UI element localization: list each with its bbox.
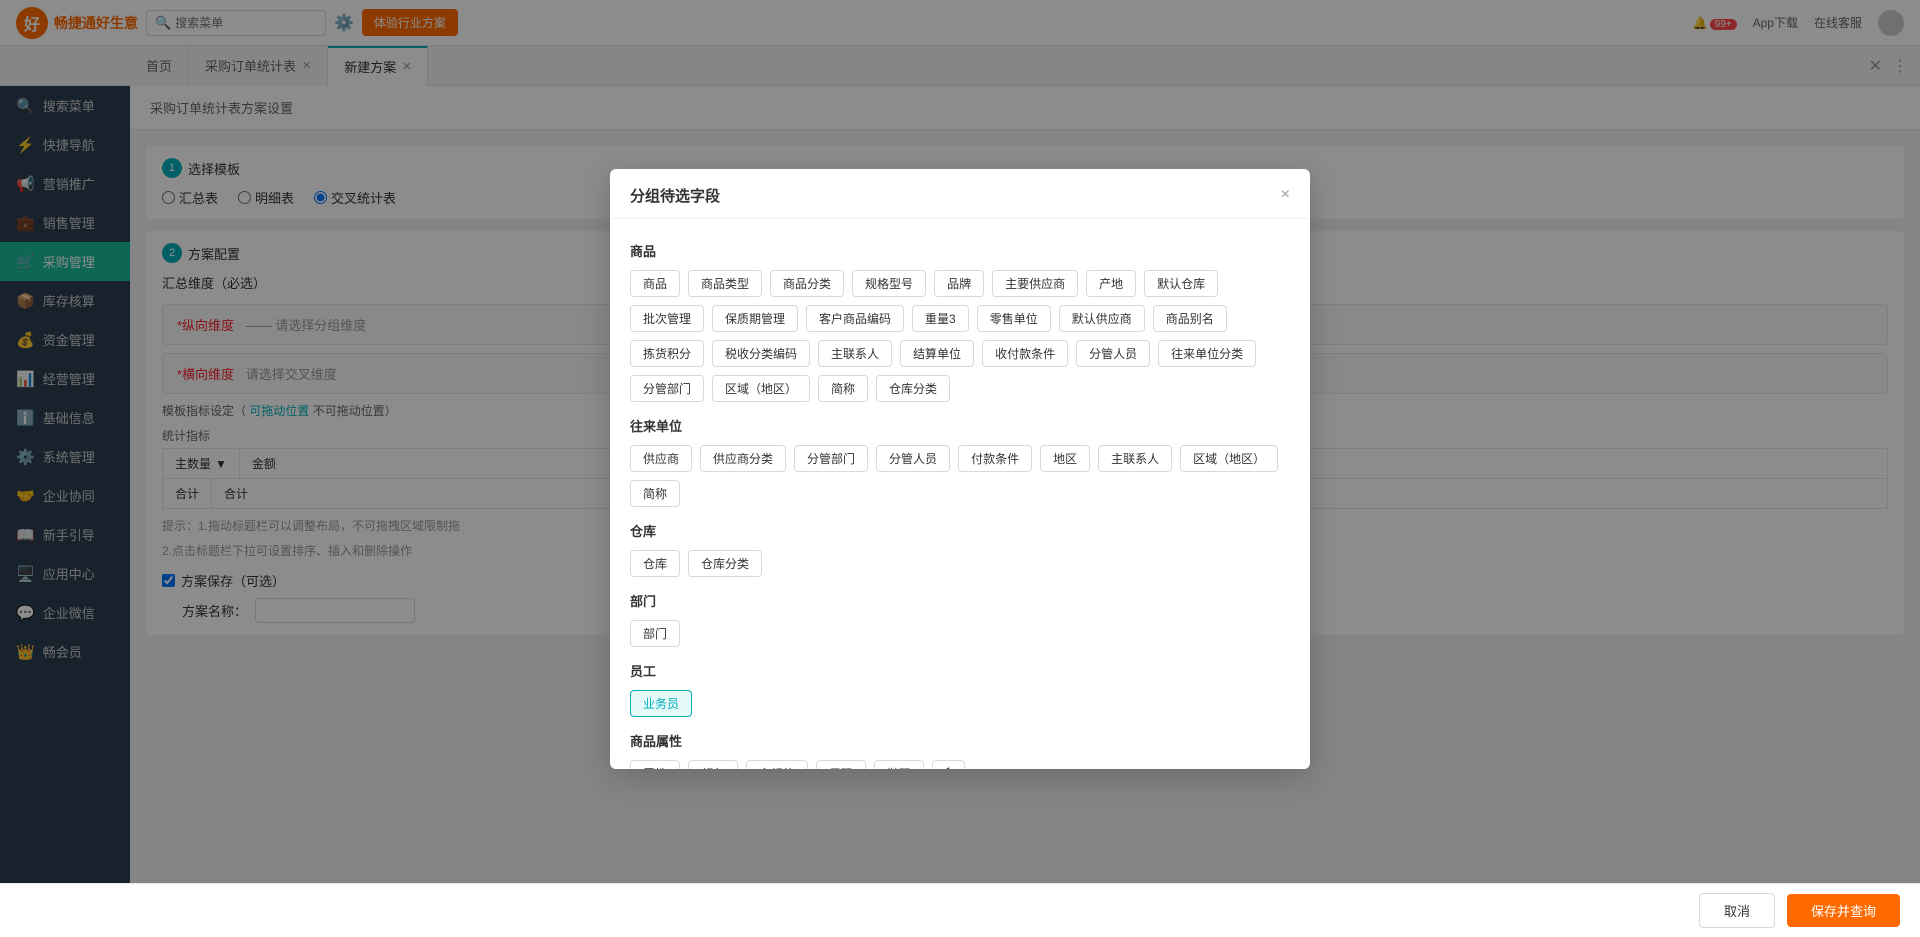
- field-tag[interactable]: 默认供应商: [1059, 305, 1145, 332]
- field-tag[interactable]: 产地: [1086, 270, 1136, 297]
- field-tag[interactable]: 拣货积分: [630, 340, 704, 367]
- field-tag[interactable]: 商品: [630, 270, 680, 297]
- modal-overlay: 分组待选字段 × 商品 商品 商品类型 商品分类 规格型号 品牌 主要供应商 产…: [0, 0, 1920, 937]
- field-tag[interactable]: 规格型号: [852, 270, 926, 297]
- field-tag[interactable]: 多规格: [746, 760, 808, 769]
- field-tags-warehouse: 仓库 仓库分类: [630, 550, 1290, 577]
- field-tag[interactable]: 区域（地区）: [1180, 445, 1278, 472]
- field-tag[interactable]: 仓库分类: [876, 375, 950, 402]
- field-tag[interactable]: 仓库: [630, 550, 680, 577]
- field-tags-partner: 供应商 供应商分类 分管部门 分管人员 付款条件 地区 主联系人 区域（地区） …: [630, 445, 1290, 507]
- field-tag[interactable]: 分管人员: [1076, 340, 1150, 367]
- field-tag[interactable]: 区域（地区）: [712, 375, 810, 402]
- field-tag[interactable]: 主联系人: [1098, 445, 1172, 472]
- field-tag[interactable]: 主要供应商: [992, 270, 1078, 297]
- field-tag[interactable]: 仓库分类: [688, 550, 762, 577]
- field-tags-product: 商品 商品类型 商品分类 规格型号 品牌 主要供应商 产地 默认仓库 批次管理 …: [630, 270, 1290, 402]
- modal-close-btn[interactable]: ×: [1281, 186, 1290, 204]
- field-tag[interactable]: 默认仓库: [1144, 270, 1218, 297]
- section-title-warehouse: 仓库: [630, 521, 1290, 540]
- field-tag[interactable]: 供应商分类: [700, 445, 786, 472]
- field-tag[interactable]: 批次管理: [630, 305, 704, 332]
- field-tag[interactable]: 鞋码: [874, 760, 924, 769]
- field-tag[interactable]: 分管部门: [794, 445, 868, 472]
- modal-body[interactable]: 商品 商品 商品类型 商品分类 规格型号 品牌 主要供应商 产地 默认仓库 批次…: [610, 219, 1310, 769]
- field-tag[interactable]: 颜色: [688, 760, 738, 769]
- field-tag[interactable]: 商品别名: [1153, 305, 1227, 332]
- field-tag[interactable]: 部门: [630, 620, 680, 647]
- field-tag[interactable]: 商品分类: [770, 270, 844, 297]
- section-title-product: 商品: [630, 241, 1290, 260]
- cancel-button[interactable]: 取消: [1699, 893, 1775, 928]
- field-tag[interactable]: 收付款条件: [982, 340, 1068, 367]
- field-tag[interactable]: 保质期管理: [712, 305, 798, 332]
- field-tag[interactable]: 分管部门: [630, 375, 704, 402]
- field-tags-product-attr: 属性 颜色 多规格 尺码 鞋码 1: [630, 760, 1290, 769]
- field-tag[interactable]: 往来单位分类: [1158, 340, 1256, 367]
- field-tag[interactable]: 简称: [818, 375, 868, 402]
- section-title-employee: 员工: [630, 661, 1290, 680]
- section-title-dept: 部门: [630, 591, 1290, 610]
- field-tag[interactable]: 税收分类编码: [712, 340, 810, 367]
- field-tag[interactable]: 重量3: [912, 305, 969, 332]
- field-tag[interactable]: 简称: [630, 480, 680, 507]
- field-tag[interactable]: 供应商: [630, 445, 692, 472]
- field-tags-dept: 部门: [630, 620, 1290, 647]
- field-tag[interactable]: 地区: [1040, 445, 1090, 472]
- modal-header: 分组待选字段 ×: [610, 169, 1310, 219]
- field-tag[interactable]: 属性: [630, 760, 680, 769]
- modal-dialog: 分组待选字段 × 商品 商品 商品类型 商品分类 规格型号 品牌 主要供应商 产…: [610, 169, 1310, 769]
- field-tag[interactable]: 主联系人: [818, 340, 892, 367]
- modal-title: 分组待选字段: [630, 185, 720, 206]
- field-tag[interactable]: 零售单位: [977, 305, 1051, 332]
- field-tag-employee[interactable]: 业务员: [630, 690, 692, 717]
- field-tags-employee: 业务员: [630, 690, 1290, 717]
- field-tag[interactable]: 结算单位: [900, 340, 974, 367]
- field-tag[interactable]: 品牌: [934, 270, 984, 297]
- section-title-partner: 往来单位: [630, 416, 1290, 435]
- field-tag[interactable]: 商品类型: [688, 270, 762, 297]
- field-tag[interactable]: 付款条件: [958, 445, 1032, 472]
- field-tag[interactable]: 分管人员: [876, 445, 950, 472]
- field-tag[interactable]: 客户商品编码: [806, 305, 904, 332]
- field-tag[interactable]: 1: [932, 760, 965, 769]
- section-title-product-attr: 商品属性: [630, 731, 1290, 750]
- save-button[interactable]: 保存并查询: [1787, 894, 1900, 927]
- bottom-bar: 取消 保存并查询: [0, 883, 1920, 937]
- field-tag[interactable]: 尺码: [816, 760, 866, 769]
